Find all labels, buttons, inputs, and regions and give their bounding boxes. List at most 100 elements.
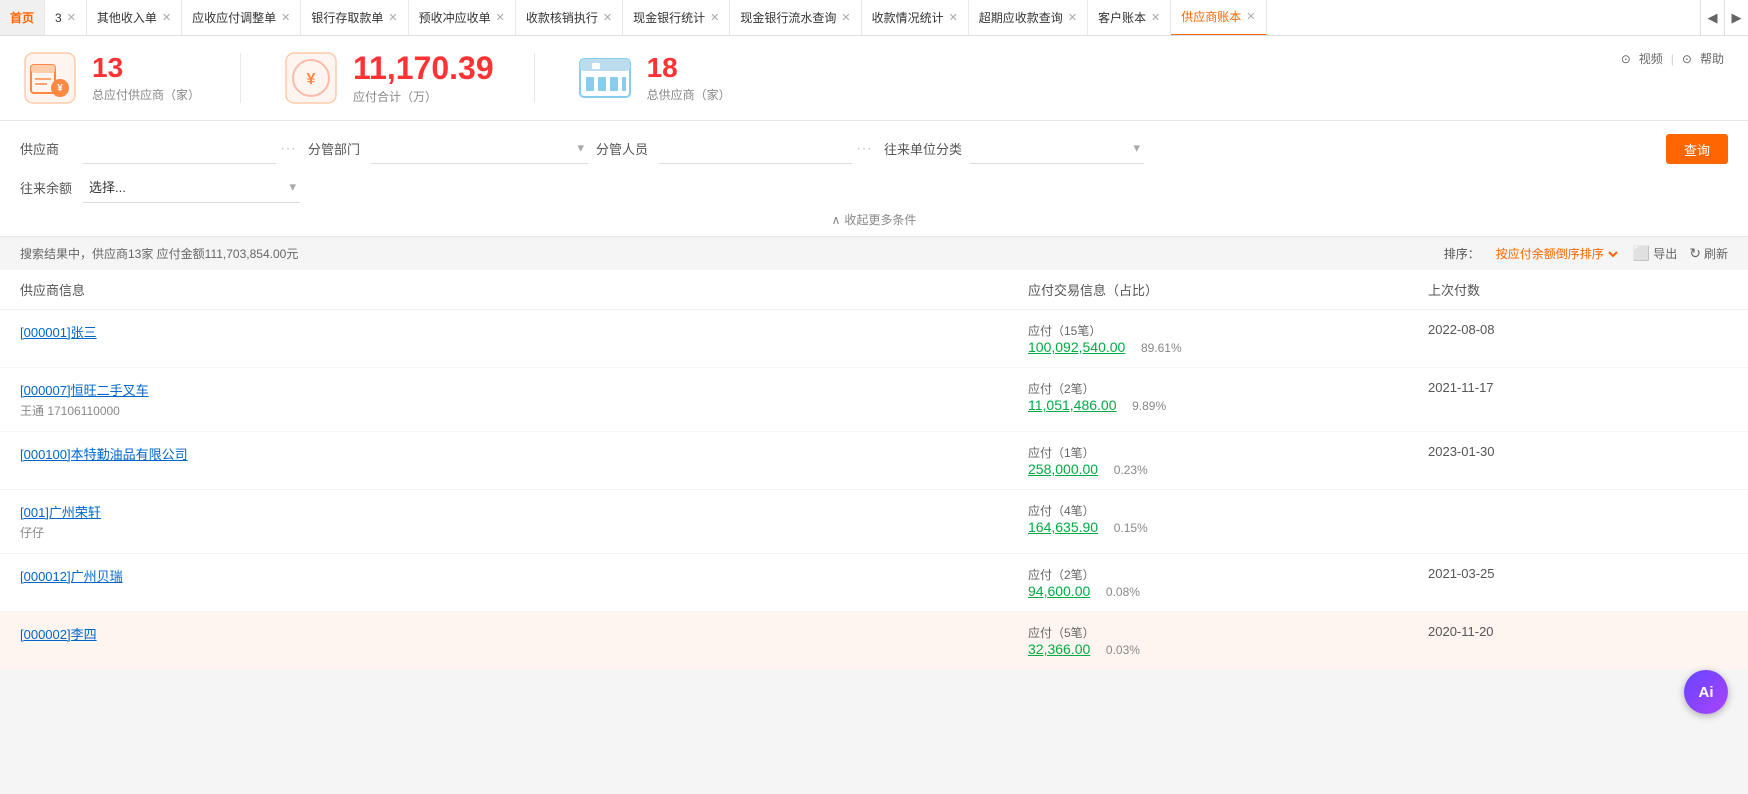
- result-bar: 搜索结果中，供应商13家 应付金额111,703,854.00元 排序： 按应付…: [0, 237, 1748, 270]
- last-pay-2: 2021-11-17: [1428, 380, 1728, 395]
- top-nav: 首页 3 ✕ 其他收入单 ✕ 应收应付调整单 ✕ 银行存取款单 ✕ 预收冲应收单…: [0, 0, 1748, 36]
- nav-tab-supplier-ledger[interactable]: 供应商账本 ✕: [1171, 0, 1266, 36]
- stat-divider-1: [240, 53, 241, 103]
- supplier-info-3: [000100]本特勤油品有限公司: [20, 444, 1028, 463]
- supplier-input[interactable]: [83, 134, 276, 164]
- nav-tab-cash-bank-stat[interactable]: 现金银行统计 ✕: [623, 0, 730, 36]
- help-icon: ⊙: [1682, 52, 1692, 66]
- tx-amount-1[interactable]: 100,092,540.00: [1028, 339, 1125, 355]
- supplier-link-1[interactable]: [000001]张三: [20, 325, 97, 340]
- nav-tab-other-income[interactable]: 其他收入单 ✕: [87, 0, 182, 36]
- nav-arrows: ◀ ▶: [1700, 0, 1748, 36]
- category-select[interactable]: [970, 133, 1144, 163]
- sort-select[interactable]: 按应付余额倒序排序: [1492, 246, 1621, 262]
- stat-total-content: 11,170.39 应付合计（万）: [353, 51, 494, 105]
- video-link[interactable]: 视频: [1639, 50, 1663, 67]
- nav-tab-3-label: 3: [55, 11, 62, 25]
- tx-amount-2[interactable]: 11,051,486.00: [1028, 397, 1117, 413]
- nav-tab-home[interactable]: 首页: [0, 0, 45, 36]
- supplier-info-4: [001]广州荣轩 仔仔: [20, 502, 1028, 541]
- filter-balance-label: 往来余额: [20, 178, 75, 197]
- tx-percent-4: 0.15%: [1114, 521, 1148, 535]
- ai-button[interactable]: Ai: [1684, 670, 1728, 714]
- supplier-info-2: [000007]恒旺二手叉车 王通 17106110000: [20, 380, 1028, 419]
- nav-tab-cash-flow-close[interactable]: ✕: [841, 11, 850, 24]
- stat-payable-label: 总应付供应商（家）: [92, 86, 200, 103]
- supplier-id-1: [000001]张三: [20, 325, 97, 340]
- supplier-dots[interactable]: ···: [276, 140, 300, 158]
- help-link[interactable]: 帮助: [1700, 50, 1724, 67]
- nav-tab-collection-stat[interactable]: 收款情况统计 ✕: [862, 0, 969, 36]
- nav-tab-3[interactable]: 3 ✕: [45, 0, 87, 36]
- supplier-link-6[interactable]: [000002]李四: [20, 627, 97, 642]
- tx-amount-3[interactable]: 258,000.00: [1028, 461, 1098, 477]
- nav-tab-prepay-close[interactable]: ✕: [496, 11, 505, 24]
- nav-tab-customer-ledger-close[interactable]: ✕: [1151, 11, 1160, 24]
- nav-tab-prepay-label: 预收冲应收单: [419, 9, 491, 26]
- export-button[interactable]: ⬜ 导出: [1633, 245, 1677, 262]
- balance-select[interactable]: 选择...: [83, 172, 300, 202]
- nav-tab-bank-deposit[interactable]: 银行存取款单 ✕: [301, 0, 408, 36]
- col-header-transaction: 应付交易信息（占比）: [1028, 280, 1428, 299]
- supplier-info-5: [000012]广州贝瑞: [20, 566, 1028, 585]
- supplier-link-3[interactable]: [000100]本特勤油品有限公司: [20, 447, 188, 462]
- collapse-label: 收起更多条件: [844, 211, 916, 228]
- table-row: [001]广州荣轩 仔仔 应付（4笔） 164,635.90 0.15%: [0, 490, 1748, 554]
- stat-icon-total: ¥: [281, 48, 341, 108]
- stat-suppliers-label: 总供应商（家）: [647, 86, 731, 103]
- filter-dept-label: 分管部门: [308, 139, 363, 158]
- tx-percent-2: 9.89%: [1132, 399, 1166, 413]
- search-button[interactable]: 查询: [1666, 134, 1728, 164]
- col-header-supplier: 供应商信息: [20, 280, 1028, 299]
- nav-tab-collection[interactable]: 收款核销执行 ✕: [516, 0, 623, 36]
- supplier-sub-2: 王通 17106110000: [20, 402, 1028, 419]
- person-dots[interactable]: ···: [852, 140, 876, 158]
- supplier-link-4[interactable]: [001]广州荣轩: [20, 505, 101, 520]
- nav-tab-cash-flow[interactable]: 现金银行流水查询 ✕: [730, 0, 861, 36]
- tx-percent-5: 0.08%: [1106, 585, 1140, 599]
- nav-tab-collection-close[interactable]: ✕: [603, 11, 612, 24]
- filter-category-label: 往来单位分类: [884, 139, 962, 158]
- stat-suppliers-value: 18: [647, 53, 731, 84]
- nav-tab-supplier-ledger-close[interactable]: ✕: [1246, 10, 1255, 23]
- stat-payable-total: ¥ 11,170.39 应付合计（万）: [281, 48, 494, 108]
- refresh-button[interactable]: ↻ 刷新: [1689, 245, 1728, 262]
- nav-tab-bank-deposit-close[interactable]: ✕: [388, 11, 397, 24]
- supplier-link-2[interactable]: [000007]恒旺二手叉车: [20, 383, 149, 398]
- stat-total-value: 11,170.39: [353, 51, 494, 86]
- collapse-button[interactable]: ∧ 收起更多条件: [832, 211, 917, 228]
- table-row: [000002]李四 应付（5笔） 32,366.00 0.03% 2020-1…: [0, 612, 1748, 670]
- nav-tab-other-income-close[interactable]: ✕: [162, 11, 171, 24]
- last-pay-6: 2020-11-20: [1428, 624, 1728, 639]
- nav-tab-bank-deposit-label: 银行存取款单: [311, 9, 383, 26]
- nav-tab-adjustment-close[interactable]: ✕: [281, 11, 290, 24]
- nav-tab-adjustment[interactable]: 应收应付调整单 ✕: [182, 0, 301, 36]
- nav-tab-customer-ledger[interactable]: 客户账本 ✕: [1088, 0, 1171, 36]
- nav-tab-prepay[interactable]: 预收冲应收单 ✕: [409, 0, 516, 36]
- person-input[interactable]: [659, 134, 852, 164]
- tx-amount-5[interactable]: 94,600.00: [1028, 583, 1090, 599]
- transaction-info-4: 应付（4笔） 164,635.90 0.15%: [1028, 502, 1428, 535]
- nav-arrow-right[interactable]: ▶: [1724, 0, 1748, 36]
- tx-label-3: 应付（1笔）: [1028, 444, 1428, 461]
- tx-amount-4[interactable]: 164,635.90: [1028, 519, 1098, 535]
- tx-percent-1: 89.61%: [1141, 341, 1182, 355]
- svg-text:¥: ¥: [57, 83, 63, 94]
- nav-tab-collection-label: 收款核销执行: [526, 9, 598, 26]
- nav-tab-overdue-close[interactable]: ✕: [1068, 11, 1077, 24]
- tx-label-6: 应付（5笔）: [1028, 624, 1428, 641]
- nav-arrow-left[interactable]: ◀: [1700, 0, 1724, 36]
- tx-amount-6[interactable]: 32,366.00: [1028, 641, 1090, 657]
- nav-tab-overdue[interactable]: 超期应收款查询 ✕: [969, 0, 1088, 36]
- tx-label-4: 应付（4笔）: [1028, 502, 1428, 519]
- nav-tab-3-close[interactable]: ✕: [67, 11, 76, 24]
- nav-tab-cash-flow-label: 现金银行流水查询: [740, 9, 836, 26]
- nav-tab-cash-bank-stat-close[interactable]: ✕: [710, 11, 719, 24]
- dept-select[interactable]: [371, 133, 588, 163]
- nav-tab-collection-stat-close[interactable]: ✕: [949, 11, 958, 24]
- supplier-id-4: [001]广州荣轩: [20, 505, 101, 520]
- supplier-link-5[interactable]: [000012]广州贝瑞: [20, 569, 123, 584]
- balance-select-wrap: 选择... ▾: [83, 172, 300, 203]
- filter-row-1: 供应商 ··· 分管部门 ▾ 分管人员 ··· 往来单位分类: [20, 133, 1728, 164]
- supplier-id-6: [000002]李四: [20, 627, 97, 642]
